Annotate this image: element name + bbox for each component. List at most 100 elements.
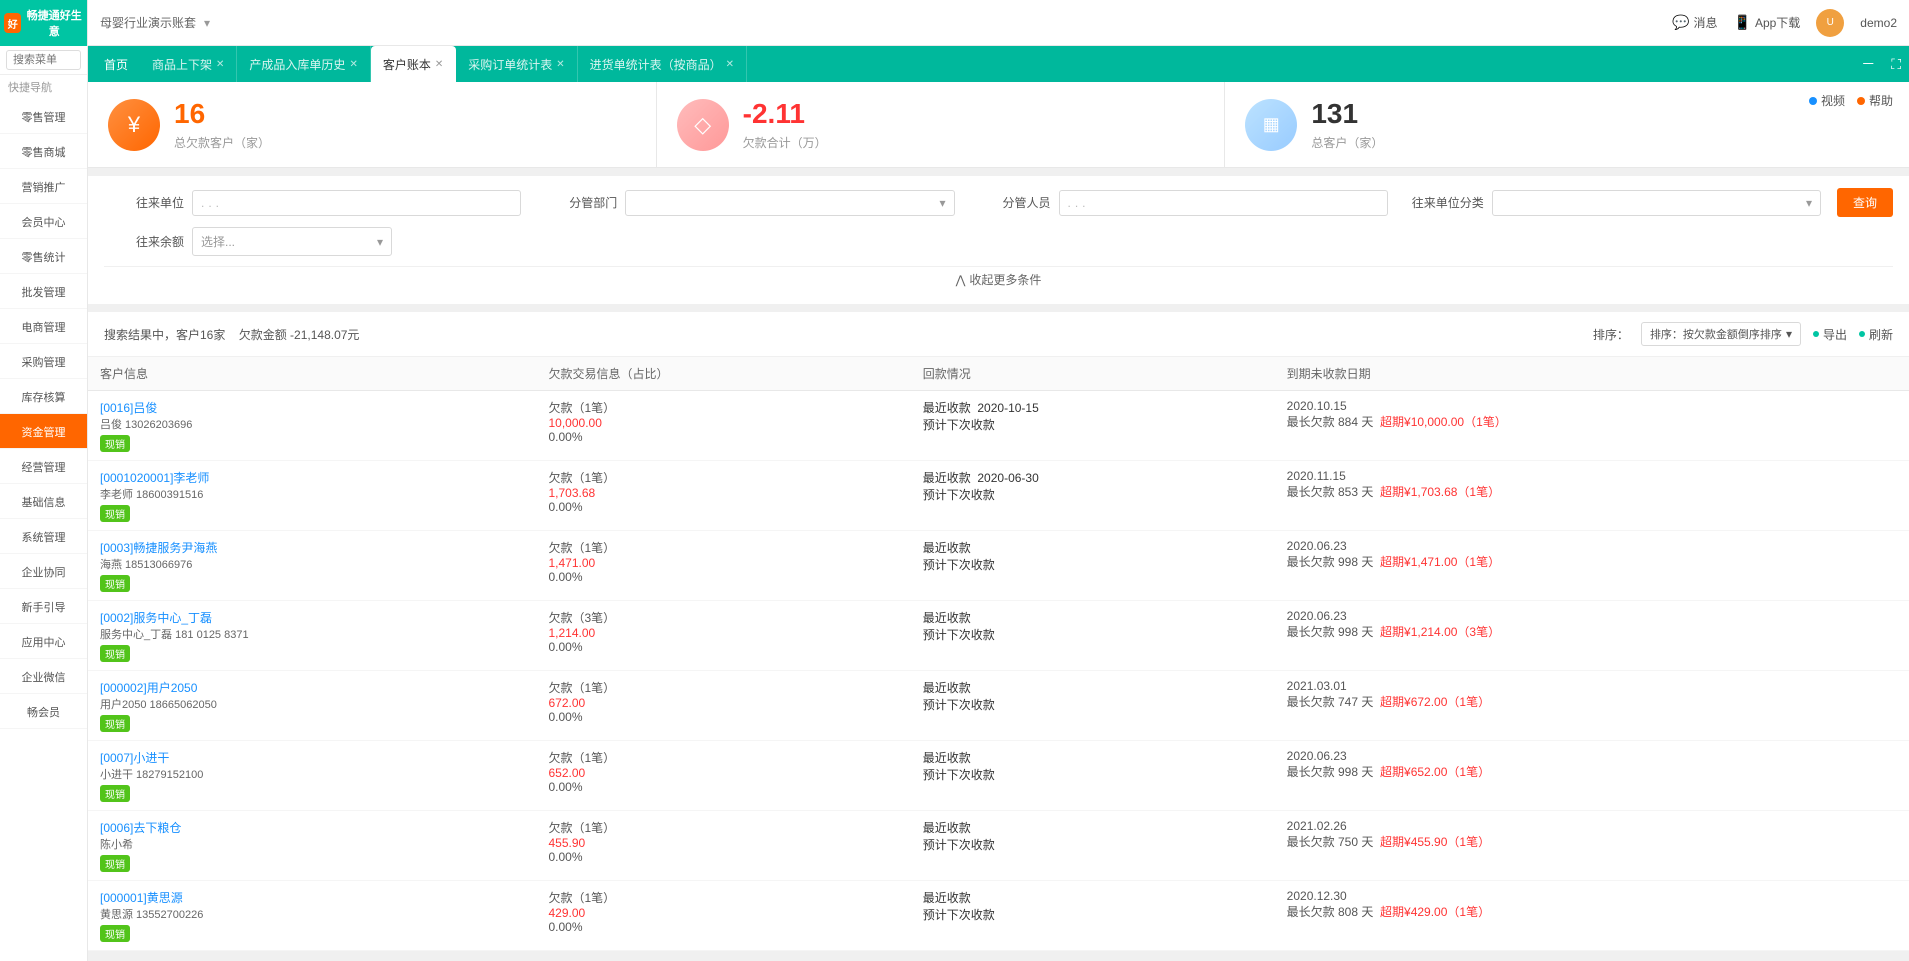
balance-select[interactable]: 选择... ▾ <box>192 227 392 256</box>
top-bar: 母婴行业演示账套 ▾ 💬 消息 📱 App下载 U demo2 <box>88 0 1909 46</box>
collapse-row: ⋀ 收起更多条件 <box>104 266 1893 292</box>
overdue-date-3: 2020.06.23 <box>1287 609 1897 623</box>
sidebar-item-batch-mgmt[interactable]: 批发管理 <box>0 274 87 309</box>
debt-amount-3[interactable]: 1,214.00 <box>548 626 898 640</box>
filter-dept-label: 分管部门 <box>537 194 617 211</box>
collapse-button[interactable]: ⋀ 收起更多条件 <box>956 271 1042 288</box>
tab-close-product-status[interactable]: ✕ <box>216 59 224 70</box>
customer-phone-7: 黄思源 13552700226 <box>100 906 524 922</box>
customer-badge-1: 现销 <box>100 505 130 522</box>
sidebar-item-retail-mgmt[interactable]: 零售管理 <box>0 99 87 134</box>
manager-input[interactable]: ... <box>1059 190 1388 216</box>
overdue-link-1[interactable]: 超期¥1,703.68（1笔） <box>1380 485 1500 499</box>
sort-button[interactable]: 排序：按欠款金额倒序排序 ▾ <box>1641 322 1801 346</box>
overdue-link-0[interactable]: 超期¥10,000.00（1笔） <box>1380 415 1507 429</box>
tab-customer-account[interactable]: 客户账本 ✕ <box>371 46 456 82</box>
tab-purchase-stats[interactable]: 进货单统计表（按商品） ✕ <box>578 46 747 82</box>
dept-select[interactable]: ▾ <box>625 190 954 216</box>
app-download-button[interactable]: 📱 App下载 <box>1734 14 1801 31</box>
customer-name-1[interactable]: [0001020001]李老师 <box>100 469 524 486</box>
overdue-link-4[interactable]: 超期¥672.00（1笔） <box>1380 695 1490 709</box>
last-collect-label-4: 最近收款 <box>923 679 1263 696</box>
tab-purchase-order[interactable]: 采购订单统计表 ✕ <box>456 46 577 82</box>
table-row: [0007]小进干 小进干 18279152100 现销 欠款（1笔） 652.… <box>88 741 1909 811</box>
tab-maximize-button[interactable]: ⛶ <box>1887 54 1905 75</box>
filter-supplier: 往来单位 ... <box>104 190 521 216</box>
user-avatar[interactable]: U <box>1816 9 1844 37</box>
filter-supplier-label: 往来单位 <box>104 194 184 211</box>
stat-amount-value: -2.11 <box>743 98 1205 130</box>
tab-close-product-history[interactable]: ✕ <box>349 59 357 70</box>
dropdown-icon[interactable]: ▾ <box>204 16 210 30</box>
debt-amount-5[interactable]: 652.00 <box>548 766 898 780</box>
sidebar-item-marketing[interactable]: 营销推广 <box>0 169 87 204</box>
sidebar-item-ecommerce[interactable]: 电商管理 <box>0 309 87 344</box>
message-button[interactable]: 💬 消息 <box>1672 14 1717 31</box>
sidebar-item-ops[interactable]: 经营管理 <box>0 449 87 484</box>
tab-product-history[interactable]: 产成品入库单历史 ✕ <box>237 46 370 82</box>
overdue-days-0: 最长欠款 884 天 超期¥10,000.00（1笔） <box>1287 413 1897 430</box>
overdue-link-6[interactable]: 超期¥455.90（1笔） <box>1380 835 1490 849</box>
debt-count-7: 欠款（1笔） <box>548 889 898 906</box>
debt-cell-5: 欠款（1笔） 652.00 0.00% <box>536 741 910 811</box>
debt-amount-0[interactable]: 10,000.00 <box>548 416 898 430</box>
sidebar-item-member-vip[interactable]: 畅会员 <box>0 694 87 729</box>
customer-name-7[interactable]: [000001]黄思源 <box>100 889 524 906</box>
overdue-link-3[interactable]: 超期¥1,214.00（3笔） <box>1380 625 1500 639</box>
customer-name-0[interactable]: [0016]吕俊 <box>100 399 524 416</box>
debt-amount-7[interactable]: 429.00 <box>548 906 898 920</box>
debt-cell-3: 欠款（3笔） 1,214.00 0.00% <box>536 601 910 671</box>
next-collect-label-2: 预计下次收款 <box>923 556 1263 573</box>
sidebar-item-finance[interactable]: 资金管理 <box>0 414 87 449</box>
sidebar-item-enterprise-collab[interactable]: 企业协同 <box>0 554 87 589</box>
sidebar-item-inventory[interactable]: 库存核算 <box>0 379 87 414</box>
filter-area: 往来单位 ... 分管部门 ▾ 分管人员 <box>88 176 1909 304</box>
debt-count-0: 欠款（1笔） <box>548 399 898 416</box>
customer-name-5[interactable]: [0007]小进干 <box>100 749 524 766</box>
overdue-link-7[interactable]: 超期¥429.00（1笔） <box>1380 905 1490 919</box>
sidebar-item-member[interactable]: 会员中心 <box>0 204 87 239</box>
tab-close-customer-account[interactable]: ✕ <box>435 59 443 70</box>
sidebar-item-enterprise-wechat[interactable]: 企业微信 <box>0 659 87 694</box>
help-dot <box>1857 97 1865 105</box>
tab-close-purchase-order[interactable]: ✕ <box>556 59 564 70</box>
sidebar-item-purchase[interactable]: 采购管理 <box>0 344 87 379</box>
customer-name-2[interactable]: [0003]畅捷服务尹海燕 <box>100 539 524 556</box>
tab-close-purchase-stats[interactable]: ✕ <box>726 59 734 70</box>
stat-total-label: 总客户（家） <box>1311 134 1773 151</box>
refresh-button[interactable]: 刷新 <box>1859 326 1893 343</box>
customer-badge-7: 现销 <box>100 925 130 942</box>
tab-minimize-button[interactable]: － <box>1857 52 1879 76</box>
sidebar-item-basic-info[interactable]: 基础信息 <box>0 484 87 519</box>
customer-badge-4: 现销 <box>100 715 130 732</box>
view-dot <box>1809 97 1817 105</box>
debt-amount-1[interactable]: 1,703.68 <box>548 486 898 500</box>
debt-amount-4[interactable]: 672.00 <box>548 696 898 710</box>
customer-name-4[interactable]: [000002]用户2050 <box>100 679 524 696</box>
customer-name-3[interactable]: [0002]服务中心_丁磊 <box>100 609 524 626</box>
data-table: 客户信息 欠款交易信息（占比） 回款情况 到期未收款日期 [0016]吕俊 吕俊… <box>88 357 1909 951</box>
sidebar-item-sys-mgmt[interactable]: 系统管理 <box>0 519 87 554</box>
customer-name-6[interactable]: [0006]去下粮仓 <box>100 819 524 836</box>
debt-amount-2[interactable]: 1,471.00 <box>548 556 898 570</box>
sidebar-item-new-guide[interactable]: 新手引导 <box>0 589 87 624</box>
export-button[interactable]: 导出 <box>1813 326 1847 343</box>
sidebar-item-retail-store[interactable]: 零售商城 <box>0 134 87 169</box>
debt-count-1: 欠款（1笔） <box>548 469 898 486</box>
sidebar-item-app-center[interactable]: 应用中心 <box>0 624 87 659</box>
overdue-link-2[interactable]: 超期¥1,471.00（1笔） <box>1380 555 1500 569</box>
help-button[interactable]: 帮助 <box>1857 92 1893 109</box>
debt-amount-6[interactable]: 455.90 <box>548 836 898 850</box>
view-button[interactable]: 视频 <box>1809 92 1845 109</box>
search-input[interactable] <box>6 50 81 70</box>
overdue-link-5[interactable]: 超期¥652.00（1笔） <box>1380 765 1490 779</box>
tab-home[interactable]: 首页 <box>92 46 140 82</box>
supplier-input[interactable]: ... <box>192 190 521 216</box>
overdue-days-3: 最长欠款 998 天 超期¥1,214.00（3笔） <box>1287 623 1897 640</box>
category-select[interactable]: ▾ <box>1492 190 1821 216</box>
filter-dept: 分管部门 ▾ <box>537 190 954 216</box>
tab-product-status[interactable]: 商品上下架 ✕ <box>140 46 237 82</box>
filter-manager-label: 分管人员 <box>971 194 1051 211</box>
sidebar-item-retail-stats[interactable]: 零售统计 <box>0 239 87 274</box>
search-button[interactable]: 查询 <box>1837 188 1893 217</box>
